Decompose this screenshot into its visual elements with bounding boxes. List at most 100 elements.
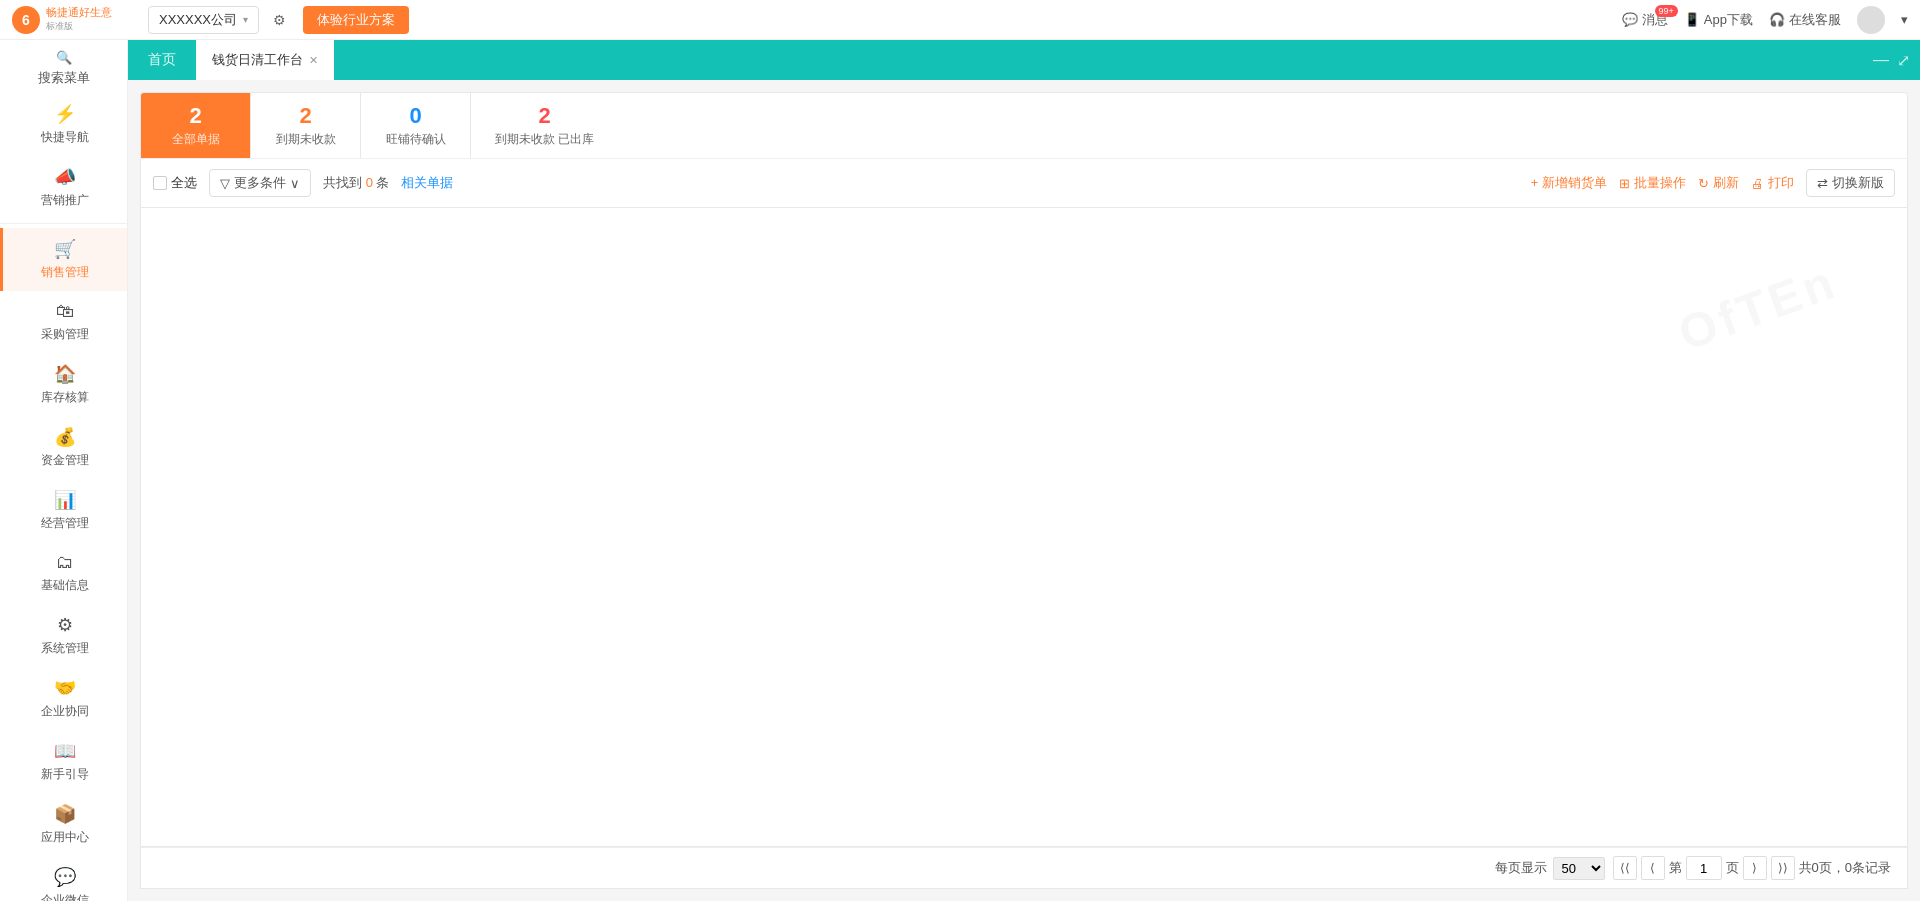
sidebar-search-label: 搜索菜单 bbox=[38, 69, 90, 87]
bag-icon: 🛍 bbox=[56, 301, 74, 322]
sidebar-finance-label: 资金管理 bbox=[41, 452, 89, 469]
sidebar-item-guide[interactable]: 📖 新手引导 bbox=[0, 730, 127, 793]
switch-label: 切换新版 bbox=[1832, 174, 1884, 192]
logo-icon: 6 bbox=[12, 6, 40, 34]
message-badge: 99+ bbox=[1655, 5, 1678, 17]
filter-button[interactable]: ▽ 更多条件 ∨ bbox=[209, 169, 311, 197]
select-all-checkbox[interactable]: 全选 bbox=[153, 174, 197, 192]
select-all-label: 全选 bbox=[171, 174, 197, 192]
page-navigation: ⟨⟨ ⟨ 第 页 ⟩ ⟩⟩ 共0页，0条记录 bbox=[1613, 856, 1891, 880]
tab-workspace-label: 钱货日清工作台 bbox=[212, 51, 303, 69]
stat-num-wangpu: 0 bbox=[409, 103, 421, 129]
sidebar-quick-nav-label: 快捷导航 bbox=[41, 129, 89, 146]
main-layout: 🔍 搜索菜单 ⚡ 快捷导航 📣 营销推广 🛒 销售管理 🛍 采购管理 🏠 库存核… bbox=[0, 40, 1920, 901]
stat-label-overdue: 到期未收款 bbox=[276, 131, 336, 148]
sidebar-item-basic[interactable]: 🗂 基础信息 bbox=[0, 542, 127, 604]
online-service-btn[interactable]: 🎧 在线客服 bbox=[1769, 11, 1841, 29]
stat-label-all: 全部单据 bbox=[172, 131, 220, 148]
stat-tab-all[interactable]: 2 全部单据 bbox=[141, 93, 251, 158]
sidebar-enterprise-label: 企业协同 bbox=[41, 703, 89, 720]
avatar[interactable] bbox=[1857, 6, 1885, 34]
stat-tab-wangpu[interactable]: 0 旺铺待确认 bbox=[361, 93, 471, 158]
sidebar-sales-label: 销售管理 bbox=[41, 264, 89, 281]
sidebar-system-label: 系统管理 bbox=[41, 640, 89, 657]
toolbar-right: + 新增销货单 ⊞ 批量操作 ↻ 刷新 🖨 打印 ⇄ bbox=[1531, 169, 1895, 197]
per-page-select[interactable]: 50 100 200 bbox=[1553, 857, 1605, 880]
money-icon: 💰 bbox=[54, 426, 76, 448]
minimize-icon[interactable]: — bbox=[1873, 51, 1889, 69]
sidebar-item-search[interactable]: 🔍 搜索菜单 bbox=[0, 40, 127, 93]
first-page-button[interactable]: ⟨⟨ bbox=[1613, 856, 1637, 880]
sidebar-item-sales[interactable]: 🛒 销售管理 bbox=[0, 228, 127, 291]
print-icon: 🖨 bbox=[1751, 176, 1764, 191]
user-name[interactable]: ▾ bbox=[1901, 12, 1908, 27]
checkbox-box[interactable] bbox=[153, 176, 167, 190]
page-number-input[interactable] bbox=[1686, 856, 1722, 880]
sidebar-app-center-label: 应用中心 bbox=[41, 829, 89, 846]
found-text: 共找到 0 条 bbox=[323, 174, 389, 192]
sidebar-item-quick-nav[interactable]: ⚡ 快捷导航 bbox=[0, 93, 127, 156]
sidebar-marketing-label: 营销推广 bbox=[41, 192, 89, 209]
message-btn[interactable]: 💬 消息 99+ bbox=[1622, 11, 1668, 29]
filter-icon: ▽ bbox=[220, 176, 230, 191]
sidebar-top-group: ⚡ 快捷导航 📣 营销推广 bbox=[0, 93, 127, 224]
switch-icon: ⇄ bbox=[1817, 176, 1828, 191]
expand-icon[interactable]: ⤢ bbox=[1897, 51, 1910, 70]
settings-icon[interactable]: ⚙ bbox=[265, 6, 293, 34]
stat-label-shipped: 到期未收款 已出库 bbox=[495, 131, 594, 148]
prev-page-button[interactable]: ⟨ bbox=[1641, 856, 1665, 880]
switch-version-button[interactable]: ⇄ 切换新版 bbox=[1806, 169, 1895, 197]
sidebar-item-enterprise[interactable]: 🤝 企业协同 bbox=[0, 667, 127, 730]
chevron-down-icon: ▾ bbox=[243, 14, 248, 25]
sidebar-item-system[interactable]: ⚙ 系统管理 bbox=[0, 604, 127, 667]
sidebar-item-operations[interactable]: 📊 经营管理 bbox=[0, 479, 127, 542]
top-header: 6 畅捷通好生意 标准版 XXXXXX公司 ▾ ⚙ 体验行业方案 💬 消息 99… bbox=[0, 0, 1920, 40]
logo-sub: 标准版 bbox=[46, 20, 112, 33]
stat-tab-overdue[interactable]: 2 到期未收款 bbox=[251, 93, 361, 158]
tabs-bar: 首页 钱货日清工作台 ✕ — ⤢ bbox=[128, 40, 1920, 80]
tab-home[interactable]: 首页 bbox=[128, 40, 196, 80]
sidebar-wechat-label: 企业微信 bbox=[41, 892, 89, 901]
page-prefix-label: 第 bbox=[1669, 859, 1682, 877]
handshake-icon: 🤝 bbox=[54, 677, 76, 699]
sidebar-guide-label: 新手引导 bbox=[41, 766, 89, 783]
stat-num-overdue: 2 bbox=[299, 103, 311, 129]
company-selector[interactable]: XXXXXX公司 ▾ bbox=[148, 6, 259, 34]
wechat-icon: 💬 bbox=[54, 866, 76, 888]
trial-button[interactable]: 体验行业方案 bbox=[303, 6, 409, 34]
add-sales-order-button[interactable]: + 新增销货单 bbox=[1531, 174, 1607, 192]
sidebar-item-purchase[interactable]: 🛍 采购管理 bbox=[0, 291, 127, 353]
related-link[interactable]: 相关单据 bbox=[401, 174, 453, 192]
last-page-button[interactable]: ⟩⟩ bbox=[1771, 856, 1795, 880]
settings-gear-icon: ⚙ bbox=[57, 614, 73, 636]
refresh-button[interactable]: ↻ 刷新 bbox=[1698, 174, 1739, 192]
tab-workspace[interactable]: 钱货日清工作台 ✕ bbox=[196, 40, 334, 80]
grid-icon: ⚡ bbox=[54, 103, 76, 125]
toolbar: 全选 ▽ 更多条件 ∨ 共找到 0 条 相关单据 + 新增销货单 ⊞ bbox=[140, 158, 1908, 208]
tab-close-icon[interactable]: ✕ bbox=[309, 54, 318, 67]
sidebar-item-inventory[interactable]: 🏠 库存核算 bbox=[0, 353, 127, 416]
page-suffix-label: 页 bbox=[1726, 859, 1739, 877]
next-page-button[interactable]: ⟩ bbox=[1743, 856, 1767, 880]
warehouse-icon: 🏠 bbox=[54, 363, 76, 385]
logo-area: 6 畅捷通好生意 标准版 bbox=[12, 6, 140, 34]
print-button[interactable]: 🖨 打印 bbox=[1751, 174, 1794, 192]
stat-num-shipped: 2 bbox=[539, 103, 551, 129]
stat-num-all: 2 bbox=[189, 103, 201, 129]
search-icon: 🔍 bbox=[56, 50, 72, 65]
total-records-label: 共0页，0条记录 bbox=[1799, 859, 1891, 877]
refresh-label: 刷新 bbox=[1713, 174, 1739, 192]
sidebar-item-marketing[interactable]: 📣 营销推广 bbox=[0, 156, 127, 219]
sidebar-item-finance[interactable]: 💰 资金管理 bbox=[0, 416, 127, 479]
sidebar: 🔍 搜索菜单 ⚡ 快捷导航 📣 营销推广 🛒 销售管理 🛍 采购管理 🏠 库存核… bbox=[0, 40, 128, 901]
logo-text-block: 畅捷通好生意 标准版 bbox=[46, 6, 112, 32]
header-right: 💬 消息 99+ 📱 App下载 🎧 在线客服 ▾ bbox=[1622, 6, 1908, 34]
sidebar-item-wechat[interactable]: 💬 企业微信 bbox=[0, 856, 127, 901]
stat-tab-shipped[interactable]: 2 到期未收款 已出库 bbox=[471, 93, 618, 158]
sidebar-item-app-center[interactable]: 📦 应用中心 bbox=[0, 793, 127, 856]
filter-label: 更多条件 bbox=[234, 174, 286, 192]
batch-operation-button[interactable]: ⊞ 批量操作 bbox=[1619, 174, 1686, 192]
found-prefix: 共找到 bbox=[323, 175, 362, 190]
app-download-btn[interactable]: 📱 App下载 bbox=[1684, 11, 1753, 29]
phone-icon: 📱 bbox=[1684, 12, 1700, 27]
